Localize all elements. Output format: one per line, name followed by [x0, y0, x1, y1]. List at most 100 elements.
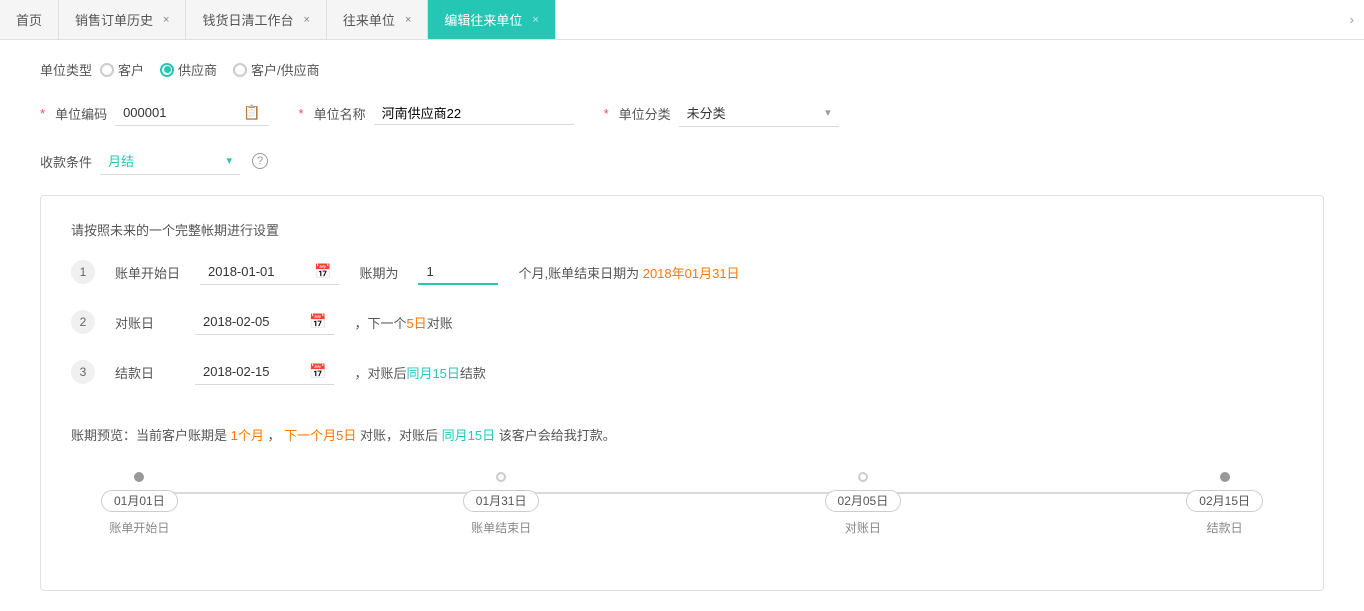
- timeline-item-0: 01月01日 账单开始日: [101, 472, 178, 536]
- radio-customer-label: 客户: [118, 60, 144, 79]
- radio-both-label: 客户/供应商: [251, 60, 320, 79]
- unit-category-dropdown-icon: ▾: [825, 106, 831, 119]
- timeline-item-1: 01月31日 账单结束日: [463, 472, 540, 536]
- tab-edit-unit[interactable]: 编辑往来单位 ×: [428, 0, 555, 39]
- unit-code-field: * 单位编码 📋: [40, 100, 269, 126]
- timeline-date-1: 01月31日: [463, 490, 540, 512]
- preview-section: 账期预览：当前客户账期是 1个月 ， 下一个月5日 对账，对账后 同月15日 该…: [71, 409, 1293, 566]
- period-input[interactable]: [418, 260, 498, 285]
- unit-category-value: 未分类: [687, 103, 825, 122]
- step1-sep: 账期为: [359, 263, 398, 282]
- unit-type-radio-group: 客户 供应商 客户/供应商: [100, 60, 320, 79]
- tab-partner-unit-label: 往来单位: [343, 10, 395, 29]
- tab-edit-unit-label: 编辑往来单位: [444, 10, 522, 29]
- unit-category-select[interactable]: 未分类 ▾: [679, 99, 839, 127]
- radio-customer[interactable]: 客户: [100, 60, 144, 79]
- step3-desc: ，对账后同月15日结款: [354, 363, 486, 382]
- step2-date-input-wrapper: 📅: [195, 309, 334, 335]
- tab-bar: 首页 销售订单历史 × 钱货日清工作台 × 往来单位 × 编辑往来单位 × ›: [0, 0, 1364, 40]
- step3-row: 3 结款日 📅 ，对账后同月15日结款: [71, 359, 1293, 385]
- payment-terms-label: 收款条件: [40, 152, 92, 171]
- tab-cash-ledger-close[interactable]: ×: [303, 14, 309, 26]
- step1-date-input[interactable]: [208, 264, 308, 279]
- timeline-label-2: 对账日: [845, 519, 881, 536]
- timeline-date-0: 01月01日: [101, 490, 178, 512]
- unit-code-icon[interactable]: 📋: [243, 104, 260, 121]
- step2-label: 对账日: [115, 313, 175, 332]
- tab-cash-ledger[interactable]: 钱货日清工作台 ×: [186, 0, 326, 39]
- unit-name-input[interactable]: [374, 101, 574, 125]
- unit-code-label: 单位编码: [55, 104, 107, 123]
- unit-name-label: 单位名称: [314, 104, 366, 123]
- unit-category-field: * 单位分类 未分类 ▾: [604, 99, 839, 127]
- radio-both-circle: [233, 63, 247, 77]
- tab-partner-unit[interactable]: 往来单位 ×: [327, 0, 428, 39]
- timeline-badge-2: 02月05日: [825, 492, 902, 509]
- step1-calendar-icon[interactable]: 📅: [314, 263, 331, 280]
- step3-highlight: 同月15日: [406, 366, 459, 381]
- unit-name-star: *: [299, 106, 304, 121]
- tab-edit-unit-close[interactable]: ×: [532, 14, 538, 26]
- step1-date-input-wrapper: 📅: [200, 259, 339, 285]
- unit-info-row: * 单位编码 📋 * 单位名称 * 单位分类 未分类 ▾: [40, 99, 1324, 127]
- radio-supplier-circle: [160, 63, 174, 77]
- unit-code-input-wrapper: 📋: [115, 100, 268, 126]
- unit-category-star: *: [604, 106, 609, 121]
- step3-date-input[interactable]: [203, 364, 303, 379]
- radio-both[interactable]: 客户/供应商: [233, 60, 320, 79]
- timeline-item-3: 02月15日 结款日: [1186, 472, 1263, 536]
- payment-terms-select[interactable]: 月结 ▾: [100, 147, 240, 175]
- tab-sales-history[interactable]: 销售订单历史 ×: [59, 0, 186, 39]
- payment-terms-field: 收款条件 月结 ▾ ?: [40, 147, 268, 175]
- tab-home[interactable]: 首页: [0, 0, 59, 39]
- tab-sales-history-close[interactable]: ×: [163, 14, 169, 26]
- timeline-dot-0: [134, 472, 144, 482]
- step2-calendar-icon[interactable]: 📅: [309, 313, 326, 330]
- timeline-label-1: 账单结束日: [471, 519, 531, 536]
- timeline-item-2: 02月05日 对账日: [825, 472, 902, 536]
- radio-customer-circle: [100, 63, 114, 77]
- radio-supplier-label: 供应商: [178, 60, 217, 79]
- help-icon[interactable]: ?: [252, 153, 268, 169]
- preview-suffix: 该客户会给我打款。: [499, 428, 616, 443]
- payment-terms-dropdown-icon: ▾: [226, 154, 232, 167]
- timeline-dot-1: [496, 472, 506, 482]
- step1-period-suffix: 个月,账单结束日期为 2018年01月31日: [518, 263, 739, 282]
- timeline-items: 01月01日 账单开始日 01月31日 账单结束日: [101, 472, 1263, 536]
- unit-type-row: 单位类型 客户 供应商 客户/供应商: [40, 60, 1324, 79]
- card-instruction: 请按照未来的一个完整帐期进行设置: [71, 220, 1293, 239]
- payment-terms-row: 收款条件 月结 ▾ ?: [40, 147, 1324, 175]
- timeline-date-3: 02月15日: [1186, 490, 1263, 512]
- step3-num: 3: [71, 360, 95, 384]
- step2-num: 2: [71, 310, 95, 334]
- preview-text: 账期预览：当前客户账期是 1个月 ， 下一个月5日 对账，对账后 同月15日 该…: [71, 425, 1293, 444]
- timeline-date-2: 02月05日: [825, 490, 902, 512]
- unit-type-field: 单位类型 客户 供应商 客户/供应商: [40, 60, 320, 79]
- step3-calendar-icon[interactable]: 📅: [309, 363, 326, 380]
- unit-code-star: *: [40, 106, 45, 121]
- step3-date-input-wrapper: 📅: [195, 359, 334, 385]
- unit-category-label: 单位分类: [619, 104, 671, 123]
- step3-label: 结款日: [115, 363, 175, 382]
- main-content: 单位类型 客户 供应商 客户/供应商 * 单位编码: [0, 40, 1364, 611]
- step1-row: 1 账单开始日 📅 账期为 个月,账单结束日期为 2018年01月31日: [71, 259, 1293, 285]
- step1-period-end: 2018年01月31日: [643, 266, 740, 281]
- timeline-dot-3: [1220, 472, 1230, 482]
- preview-part1: 1个月: [231, 428, 264, 443]
- step1-label: 账单开始日: [115, 263, 180, 282]
- step2-date-input[interactable]: [203, 314, 303, 329]
- tab-partner-unit-close[interactable]: ×: [405, 14, 411, 26]
- tab-sales-history-label: 销售订单历史: [75, 10, 153, 29]
- step2-row: 2 对账日 📅 ，下一个5日对账: [71, 309, 1293, 335]
- unit-name-field: * 单位名称: [299, 101, 574, 125]
- timeline-badge-0: 01月01日: [101, 492, 178, 509]
- timeline-dot-2: [858, 472, 868, 482]
- timeline: 01月01日 账单开始日 01月31日 账单结束日: [71, 464, 1293, 566]
- unit-code-input[interactable]: [123, 105, 243, 120]
- tab-arrow[interactable]: ›: [1340, 0, 1364, 39]
- preview-part2: 下一个月5日: [284, 428, 356, 443]
- step2-desc: ，下一个5日对账: [354, 313, 452, 332]
- step1-num: 1: [71, 260, 95, 284]
- timeline-label-3: 结款日: [1207, 519, 1243, 536]
- radio-supplier[interactable]: 供应商: [160, 60, 217, 79]
